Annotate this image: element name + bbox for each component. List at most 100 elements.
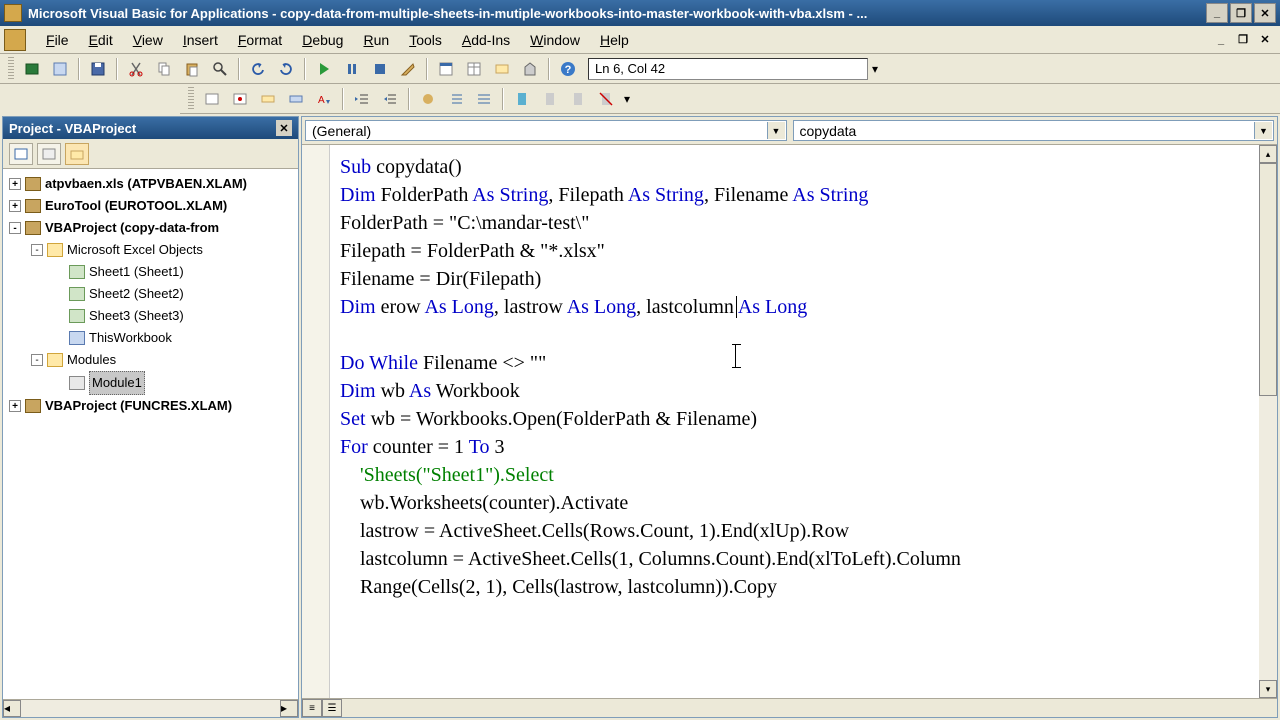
tree-node[interactable]: Sheet2 (Sheet2) xyxy=(5,283,296,305)
tree-node[interactable]: -Modules xyxy=(5,349,296,371)
mdi-close[interactable]: ✕ xyxy=(1256,32,1274,48)
svg-text:?: ? xyxy=(565,64,572,76)
tree-node[interactable]: Sheet1 (Sheet1) xyxy=(5,261,296,283)
tree-node[interactable]: ThisWorkbook xyxy=(5,327,296,349)
sheet-icon xyxy=(69,287,85,301)
toolbar-grip[interactable] xyxy=(8,57,14,81)
menu-edit[interactable]: Edit xyxy=(79,28,123,52)
menu-format[interactable]: Format xyxy=(228,28,292,52)
outdent-button[interactable] xyxy=(377,86,403,112)
code-vscroll[interactable]: ▴ ▾ xyxy=(1259,145,1277,698)
title-bar: Microsoft Visual Basic for Applications … xyxy=(0,0,1280,26)
run-button[interactable] xyxy=(311,56,337,82)
project-hscroll[interactable]: ◂ ▸ xyxy=(3,699,298,717)
properties-button[interactable] xyxy=(461,56,487,82)
paste-button[interactable] xyxy=(179,56,205,82)
tree-expander[interactable]: - xyxy=(31,354,43,366)
mdi-minimize[interactable]: _ xyxy=(1212,32,1230,48)
scroll-right-button[interactable]: ▸ xyxy=(280,700,298,717)
code-margin[interactable] xyxy=(302,145,330,698)
help-button[interactable]: ? xyxy=(555,56,581,82)
complete-word-button[interactable]: A xyxy=(311,86,337,112)
object-browser-button[interactable] xyxy=(489,56,515,82)
mdi-restore[interactable]: ❐ xyxy=(1234,32,1252,48)
object-dropdown-value: (General) xyxy=(312,123,371,139)
dropdown-arrow-icon[interactable]: ▼ xyxy=(767,122,785,139)
parameter-info-button[interactable] xyxy=(283,86,309,112)
tree-expander[interactable]: - xyxy=(31,244,43,256)
menu-insert[interactable]: Insert xyxy=(173,28,228,52)
bookmark-next-button[interactable] xyxy=(537,86,563,112)
tree-node[interactable]: Sheet3 (Sheet3) xyxy=(5,305,296,327)
dropdown-arrow-icon[interactable]: ▼ xyxy=(1254,122,1272,139)
menu-add-ins[interactable]: Add-Ins xyxy=(452,28,520,52)
scroll-up-button[interactable]: ▴ xyxy=(1259,145,1277,163)
breakpoint-button[interactable] xyxy=(415,86,441,112)
close-button[interactable]: ✕ xyxy=(1254,3,1276,23)
toolbar-grip[interactable] xyxy=(188,87,194,111)
quick-info-button[interactable] xyxy=(255,86,281,112)
menu-help[interactable]: Help xyxy=(590,28,639,52)
project-pane-title: Project - VBAProject ✕ xyxy=(3,117,298,139)
redo-button[interactable] xyxy=(273,56,299,82)
bookmark-clear-button[interactable] xyxy=(593,86,619,112)
find-button[interactable] xyxy=(207,56,233,82)
list-constants-button[interactable] xyxy=(227,86,253,112)
comment-block-button[interactable] xyxy=(443,86,469,112)
tree-node[interactable]: +atpvbaen.xls (ATPVBAEN.XLAM) xyxy=(5,173,296,195)
tree-expander[interactable]: + xyxy=(9,200,21,212)
project-explorer-button[interactable] xyxy=(433,56,459,82)
tree-node[interactable]: -Microsoft Excel Objects xyxy=(5,239,296,261)
cut-button[interactable] xyxy=(123,56,149,82)
project-tree[interactable]: +atpvbaen.xls (ATPVBAEN.XLAM)+EuroTool (… xyxy=(3,169,298,699)
object-dropdown[interactable]: (General) ▼ xyxy=(305,120,787,141)
tree-node[interactable]: Module1 xyxy=(5,371,296,395)
view-code-button[interactable] xyxy=(9,143,33,165)
bookmark-prev-button[interactable] xyxy=(565,86,591,112)
undo-button[interactable] xyxy=(245,56,271,82)
menu-tools[interactable]: Tools xyxy=(399,28,452,52)
break-button[interactable] xyxy=(339,56,365,82)
tree-node[interactable]: -VBAProject (copy-data-from xyxy=(5,217,296,239)
cursor-position: Ln 6, Col 42 xyxy=(588,58,868,80)
toolbox-button[interactable] xyxy=(517,56,543,82)
tree-label: ThisWorkbook xyxy=(89,327,172,349)
scroll-down-button[interactable]: ▾ xyxy=(1259,680,1277,698)
scroll-left-button[interactable]: ◂ xyxy=(3,700,21,717)
indent-button[interactable] xyxy=(349,86,375,112)
view-object-button[interactable] xyxy=(37,143,61,165)
edit-toolbar: A ▾ xyxy=(180,84,1280,114)
scroll-thumb[interactable] xyxy=(1259,163,1277,396)
toolbar-overflow[interactable]: ▾ xyxy=(869,56,881,82)
copy-button[interactable] xyxy=(151,56,177,82)
toggle-folders-button[interactable] xyxy=(65,143,89,165)
menu-file[interactable]: File xyxy=(36,28,79,52)
code-editor[interactable]: Sub copydata() Dim FolderPath As String,… xyxy=(330,145,1259,698)
insert-module-button[interactable] xyxy=(47,56,73,82)
list-properties-button[interactable] xyxy=(199,86,225,112)
tree-expander[interactable]: + xyxy=(9,400,21,412)
tree-node[interactable]: +EuroTool (EUROTOOL.XLAM) xyxy=(5,195,296,217)
uncomment-block-button[interactable] xyxy=(471,86,497,112)
menu-run[interactable]: Run xyxy=(353,28,399,52)
full-module-view-button[interactable]: ☰ xyxy=(322,699,342,717)
tree-expander[interactable]: - xyxy=(9,222,21,234)
procedure-view-button[interactable]: ≡ xyxy=(302,699,322,717)
menu-view[interactable]: View xyxy=(123,28,173,52)
restore-button[interactable]: ❐ xyxy=(1230,3,1252,23)
tree-expander[interactable]: + xyxy=(9,178,21,190)
view-excel-button[interactable] xyxy=(19,56,45,82)
reset-button[interactable] xyxy=(367,56,393,82)
procedure-dropdown[interactable]: copydata ▼ xyxy=(793,120,1275,141)
menu-window[interactable]: Window xyxy=(520,28,590,52)
excel-icon[interactable] xyxy=(4,29,26,51)
toolbar-overflow[interactable]: ▾ xyxy=(621,86,633,112)
save-button[interactable] xyxy=(85,56,111,82)
tree-label: Sheet1 (Sheet1) xyxy=(89,261,184,283)
tree-node[interactable]: +VBAProject (FUNCRES.XLAM) xyxy=(5,395,296,417)
menu-debug[interactable]: Debug xyxy=(292,28,353,52)
minimize-button[interactable]: _ xyxy=(1206,3,1228,23)
bookmark-toggle-button[interactable] xyxy=(509,86,535,112)
design-mode-button[interactable] xyxy=(395,56,421,82)
project-close-button[interactable]: ✕ xyxy=(276,120,292,136)
